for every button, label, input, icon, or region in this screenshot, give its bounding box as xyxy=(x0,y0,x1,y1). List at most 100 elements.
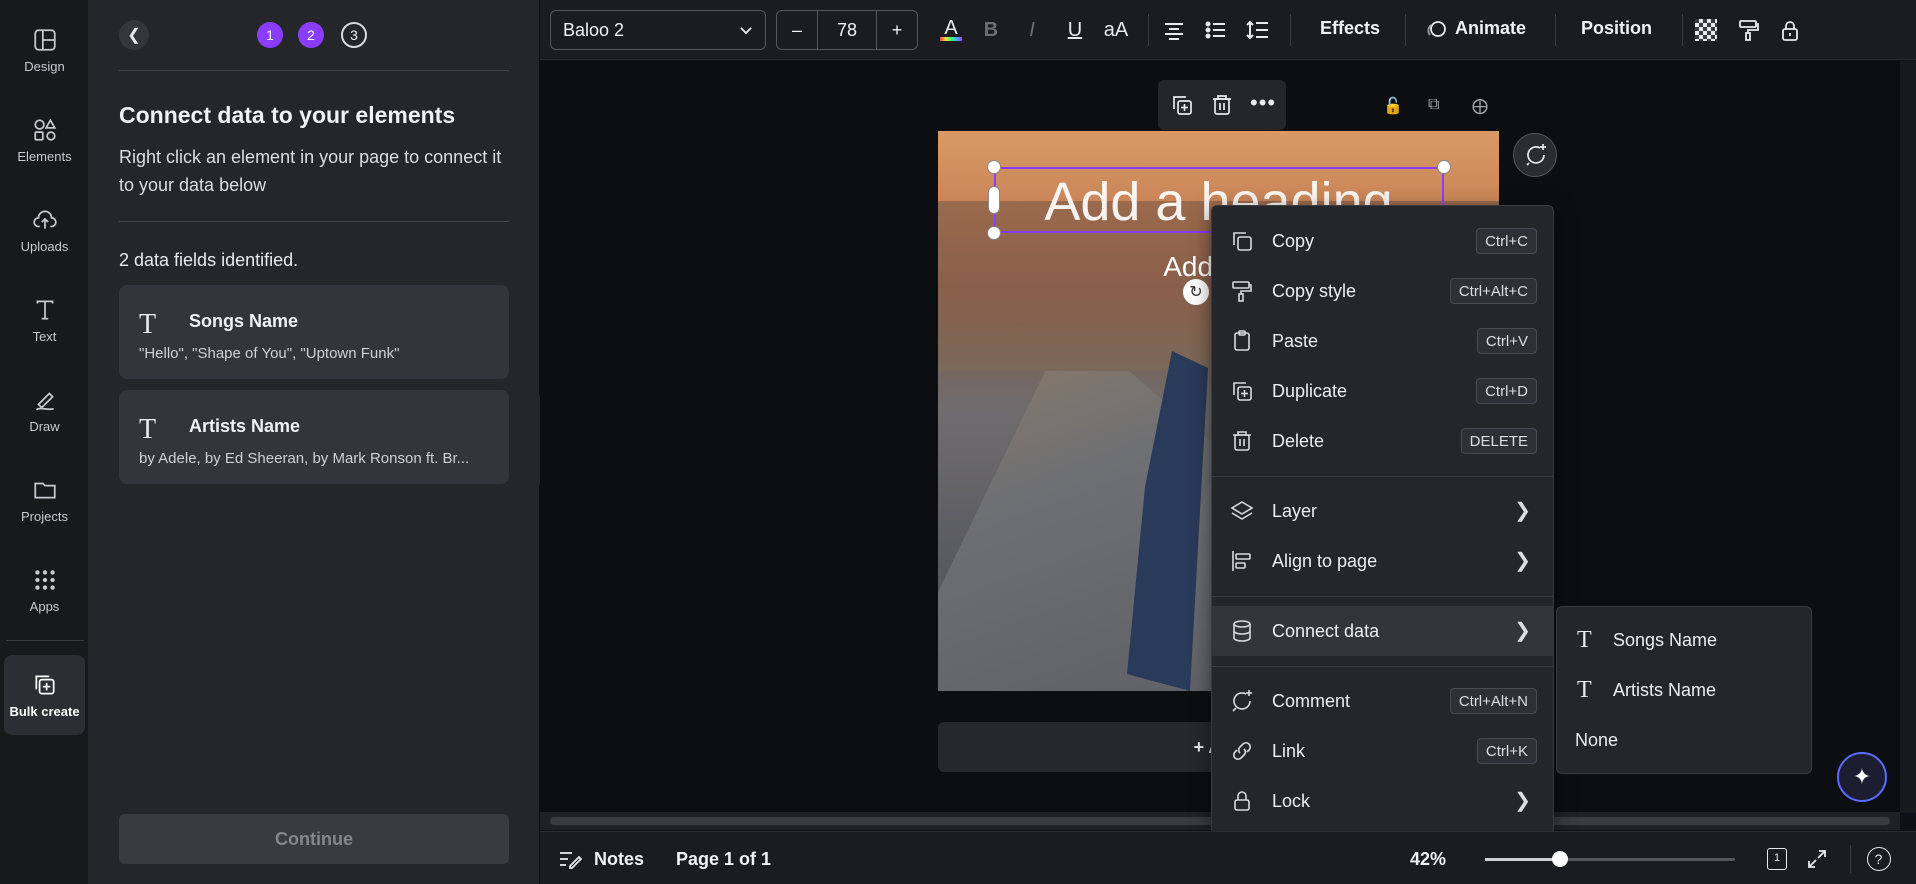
zoom-value[interactable]: 42% xyxy=(1410,849,1446,870)
resize-handle[interactable] xyxy=(987,160,1001,174)
menu-item-copy[interactable]: Copy Ctrl+C xyxy=(1212,216,1553,266)
line-spacing-icon xyxy=(1246,20,1268,40)
menu-item-comment[interactable]: Comment Ctrl+Alt+N xyxy=(1212,676,1553,726)
align-center-button[interactable] xyxy=(1158,14,1190,46)
spacing-button[interactable] xyxy=(1242,14,1274,46)
resize-handle[interactable] xyxy=(988,186,1000,214)
duplicate-page-icon[interactable]: ⧉ xyxy=(1428,96,1439,114)
menu-item-label: Copy xyxy=(1272,231,1315,251)
add-comment-button[interactable] xyxy=(1513,133,1557,177)
text-icon xyxy=(36,299,53,320)
data-field-card[interactable]: T Songs Name "Hello", "Shape of You", "U… xyxy=(119,285,509,379)
font-size-input[interactable]: 78 xyxy=(817,11,877,49)
more-icon[interactable]: ••• xyxy=(1250,90,1276,116)
menu-item-copy-style[interactable]: Copy style Ctrl+Alt+C xyxy=(1212,266,1553,316)
italic-button[interactable]: I xyxy=(1016,14,1048,46)
field-name: Artists Name xyxy=(189,416,301,436)
increase-font-size-button[interactable]: + xyxy=(877,11,917,49)
trash-icon[interactable] xyxy=(1210,93,1234,117)
transparency-button[interactable] xyxy=(1690,14,1722,46)
lock-button[interactable] xyxy=(1774,14,1806,46)
notes-icon[interactable] xyxy=(558,848,582,870)
divider xyxy=(119,221,509,222)
menu-item-link[interactable]: Link Ctrl+K xyxy=(1212,726,1553,776)
rail-item-apps[interactable]: Apps xyxy=(0,550,89,630)
duplicate-icon[interactable] xyxy=(1170,93,1194,117)
data-field-card[interactable]: T Artists Name by Adele, by Ed Sheeran, … xyxy=(119,390,509,484)
resize-handle[interactable] xyxy=(987,226,1001,240)
toolbar-divider xyxy=(1405,14,1406,46)
list-button[interactable] xyxy=(1200,14,1232,46)
text-field-icon: T xyxy=(1577,627,1592,653)
menu-item-paste[interactable]: Paste Ctrl+V xyxy=(1212,316,1553,366)
decrease-font-size-button[interactable]: – xyxy=(777,11,817,49)
menu-item-layer[interactable]: Layer ❯ xyxy=(1212,486,1553,536)
expand-icon xyxy=(1808,850,1826,868)
rail-item-design[interactable]: Design xyxy=(0,10,89,90)
bold-button[interactable]: B xyxy=(975,14,1007,46)
toolbar-divider xyxy=(1682,14,1683,46)
submenu-item-none[interactable]: None xyxy=(1557,715,1811,765)
menu-item-align-to-page[interactable]: Align to page ❯ xyxy=(1212,536,1553,586)
link-icon xyxy=(1232,741,1252,761)
page-grid-button[interactable]: 1 xyxy=(1763,845,1791,873)
continue-button[interactable]: Continue xyxy=(119,814,509,864)
rail-item-projects[interactable]: Projects xyxy=(0,460,89,540)
chevron-right-icon: ❯ xyxy=(1514,620,1531,642)
underline-button[interactable]: U xyxy=(1059,14,1091,46)
resize-handle[interactable] xyxy=(1437,160,1451,174)
vertical-scrollbar[interactable] xyxy=(1900,61,1916,813)
submenu-item-label: Songs Name xyxy=(1613,630,1718,650)
divider xyxy=(119,70,509,71)
paint-roller-button[interactable] xyxy=(1732,14,1764,46)
letter-case-button[interactable]: aA xyxy=(1100,14,1132,46)
animate-icon-wrap xyxy=(1420,14,1452,46)
rail-label: Text xyxy=(32,328,57,344)
menu-item-label: Paste xyxy=(1272,331,1319,351)
menu-item-label: Layer xyxy=(1272,501,1318,521)
rail-divider xyxy=(6,640,84,641)
step-3: 3 xyxy=(341,22,367,48)
align-left-icon xyxy=(1232,551,1251,571)
toolbar-divider xyxy=(1555,14,1556,46)
field-values: "Hello", "Shape of You", "Uptown Funk" xyxy=(139,345,400,362)
back-button[interactable]: ❮ xyxy=(119,20,149,50)
zoom-slider[interactable] xyxy=(1485,851,1735,867)
underline-icon: U xyxy=(1067,18,1083,41)
submenu-item-songs-name[interactable]: T Songs Name xyxy=(1557,615,1811,665)
rail-label: Projects xyxy=(21,508,68,524)
rail-item-draw[interactable]: Draw xyxy=(0,370,89,450)
element-quick-actions: ••• xyxy=(1158,80,1286,130)
submenu-item-artists-name[interactable]: T Artists Name xyxy=(1557,665,1811,715)
submenu-item-label: Artists Name xyxy=(1613,680,1717,700)
help-button[interactable]: ? xyxy=(1850,845,1894,873)
text-color-button[interactable]: A xyxy=(935,14,967,46)
italic-icon: I xyxy=(1029,18,1035,41)
menu-item-lock[interactable]: Lock ❯ xyxy=(1212,776,1553,826)
zoom-slider-knob[interactable] xyxy=(1552,851,1568,867)
rail-item-text[interactable]: Text xyxy=(0,280,89,360)
shortcut-badge: DELETE xyxy=(1460,428,1537,454)
font-family-select[interactable]: Baloo 2 xyxy=(550,10,766,50)
elements-icon xyxy=(33,118,56,141)
magic-assistant-button[interactable]: ✦ xyxy=(1837,752,1887,802)
rail-item-uploads[interactable]: Uploads xyxy=(0,190,89,270)
add-page-icon[interactable]: ⨁ xyxy=(1472,96,1488,116)
notes-button[interactable]: Notes xyxy=(594,849,644,870)
menu-item-delete[interactable]: Delete DELETE xyxy=(1212,416,1553,466)
rail-label: Draw xyxy=(29,418,60,434)
rotate-handle[interactable]: ↻ xyxy=(1183,279,1209,305)
rail-item-bulk-create[interactable]: Bulk create xyxy=(0,655,89,735)
projects-icon xyxy=(33,482,56,498)
position-button[interactable]: Position xyxy=(1581,18,1652,39)
page-indicator[interactable]: Page 1 of 1 xyxy=(676,849,771,870)
lock-page-icon[interactable]: 🔓 xyxy=(1383,96,1403,116)
menu-item-connect-data[interactable]: Connect data ❯ xyxy=(1212,606,1553,656)
rail-item-elements[interactable]: Elements xyxy=(0,100,89,180)
rail-label: Elements xyxy=(17,148,72,164)
menu-item-label: Link xyxy=(1272,741,1306,761)
menu-item-duplicate[interactable]: Duplicate Ctrl+D xyxy=(1212,366,1553,416)
effects-button[interactable]: Effects xyxy=(1320,18,1380,39)
fullscreen-button[interactable] xyxy=(1803,845,1831,873)
animate-button[interactable]: Animate xyxy=(1455,18,1526,39)
